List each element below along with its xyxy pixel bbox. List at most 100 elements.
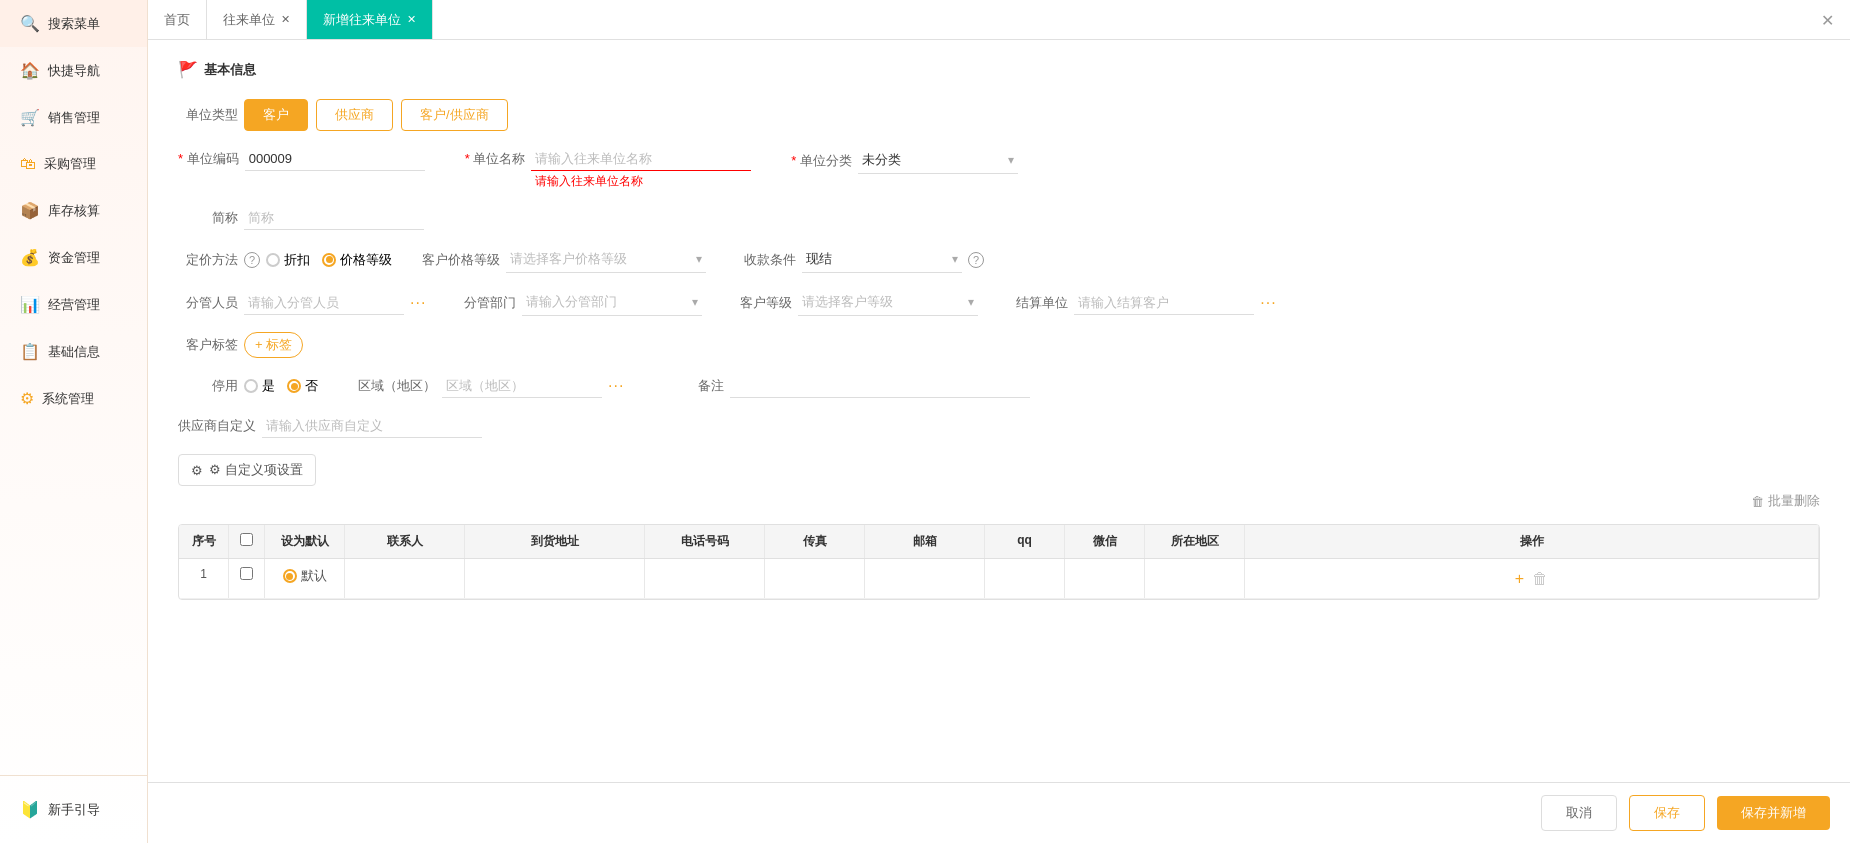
batch-delete-button[interactable]: 🗑 批量删除 [1751,492,1820,510]
sidebar-item-finance[interactable]: 💰 资金管理 [0,234,147,281]
add-tag-button[interactable]: + 标签 [244,332,303,358]
sidebar-item-quicknav[interactable]: 🏠 快捷导航 [0,47,147,94]
settlement-unit-input[interactable] [1074,291,1254,315]
radio-circle-price-level [322,253,336,267]
pricing-row: 定价方法 ? 折扣 价格等级 客户价格等级 请选择客户价格等级 [178,246,1820,273]
settlement-dots-btn[interactable]: ··· [1260,294,1276,312]
tab-partner-close[interactable]: ✕ [281,13,290,26]
td-qq[interactable] [985,559,1065,598]
radio-circle-yes [244,379,258,393]
sidebar-item-basic[interactable]: 📋 基础信息 [0,328,147,375]
manager-input[interactable] [244,291,404,315]
payment-help-icon[interactable]: ? [968,252,984,268]
type-btn-both[interactable]: 客户/供应商 [401,99,508,131]
td-fax[interactable] [765,559,865,598]
type-btn-supplier[interactable]: 供应商 [316,99,393,131]
type-btn-customer[interactable]: 客户 [244,99,308,131]
sidebar-item-label: 资金管理 [48,249,100,267]
del-row-icon[interactable]: 🗑 [1532,570,1548,588]
unit-type-row: 单位类型 客户 供应商 客户/供应商 [178,99,1820,131]
footer: 取消 保存 保存并新增 [148,782,1850,843]
section-basic-info: 🚩 基本信息 [178,60,1820,79]
pricing-help-icon[interactable]: ? [244,252,260,268]
pricing-method-label: 定价方法 [178,251,238,269]
payment-terms-select[interactable]: 现结 ▾ [802,246,962,273]
save-button[interactable]: 保存 [1629,795,1705,831]
customer-price-level-select[interactable]: 请选择客户价格等级 ▾ [506,246,706,273]
unit-code-input[interactable] [245,147,425,171]
address-input[interactable] [471,567,638,590]
qq-input[interactable] [991,567,1058,590]
customer-level-select[interactable]: 请选择客户等级 ▾ [798,289,978,316]
disabled-radio-no[interactable]: 否 [287,377,318,395]
sidebar-item-system[interactable]: ⚙ 系统管理 [0,375,147,422]
td-wechat[interactable] [1065,559,1145,598]
region-input[interactable] [442,374,602,398]
inventory-icon: 📦 [20,201,40,220]
sidebar-item-operations[interactable]: 📊 经营管理 [0,281,147,328]
radio-circle-no [287,379,301,393]
td-contact[interactable] [345,559,465,598]
region-label: 区域（地区） [358,377,436,395]
customer-tag-row: 客户标签 + 标签 [178,332,1820,358]
add-row-icon[interactable]: + [1515,570,1524,588]
tab-partner-label: 往来单位 [223,11,275,29]
phone-input[interactable] [651,567,758,590]
batch-delete-icon: 🗑 [1751,494,1764,509]
pricing-radio-price-level[interactable]: 价格等级 [322,251,392,269]
th-email: 邮箱 [865,525,985,558]
form-area: 🚩 基本信息 单位类型 客户 供应商 客户/供应商 单位编码 单位名 [148,40,1850,782]
cancel-button[interactable]: 取消 [1541,795,1617,831]
fax-input[interactable] [771,567,858,590]
td-phone[interactable] [645,559,765,598]
department-field: 分管部门 请输入分管部门 ▾ [456,289,702,316]
tab-new-partner-close[interactable]: ✕ [407,13,416,26]
disabled-radio-yes[interactable]: 是 [244,377,275,395]
email-input[interactable] [871,567,978,590]
chevron-down-icon: ▾ [1008,153,1014,167]
row-checkbox[interactable] [240,567,253,580]
short-name-input[interactable] [244,206,424,230]
default-radio[interactable]: 默认 [271,567,338,585]
supplier-custom-input[interactable] [262,414,482,438]
supplier-custom-field: 供应商自定义 [178,414,482,438]
unit-name-input[interactable] [531,147,751,171]
th-contact: 联系人 [345,525,465,558]
area-input[interactable] [1160,567,1230,590]
th-phone: 电话号码 [645,525,765,558]
td-area[interactable] [1145,559,1245,598]
sidebar-item-sales[interactable]: 🛒 销售管理 [0,94,147,141]
main-content: 首页 往来单位 ✕ 新增往来单位 ✕ ✕ 🚩 基本信息 单位类型 客户 供应商 … [148,0,1850,843]
save-and-new-button[interactable]: 保存并新增 [1717,796,1830,830]
sidebar: 🔍 搜索菜单 🏠 快捷导航 🛒 销售管理 🛍 采购管理 📦 库存核算 💰 资金管… [0,0,148,843]
th-area: 所在地区 [1145,525,1245,558]
sidebar-item-search[interactable]: 🔍 搜索菜单 [0,0,147,47]
tab-new-partner[interactable]: 新增往来单位 ✕ [307,0,433,39]
wechat-input[interactable] [1071,567,1138,590]
manager-dots-btn[interactable]: ··· [410,294,426,312]
unit-category-value: 未分类 [862,151,901,169]
select-all-checkbox[interactable] [240,533,253,546]
td-address[interactable] [465,559,645,598]
tab-home[interactable]: 首页 [148,0,207,39]
pricing-radio-discount[interactable]: 折扣 [266,251,310,269]
table-toolbar: 🗑 批量删除 [178,486,1820,516]
pricing-method-field: 定价方法 ? 折扣 价格等级 [178,251,392,269]
custom-settings-button[interactable]: ⚙ ⚙ 自定义项设置 [178,454,316,486]
default-label: 默认 [301,567,327,585]
sidebar-item-purchase[interactable]: 🛍 采购管理 [0,141,147,187]
window-close-button[interactable]: ✕ [1821,10,1834,29]
sidebar-item-inventory[interactable]: 📦 库存核算 [0,187,147,234]
radio-circle-default [283,569,297,583]
contact-input[interactable] [351,567,458,590]
chevron-down-icon2: ▾ [696,252,702,266]
td-email[interactable] [865,559,985,598]
tab-partner[interactable]: 往来单位 ✕ [207,0,307,39]
home-icon: 🏠 [20,61,40,80]
region-dots-btn[interactable]: ··· [608,377,624,395]
department-select[interactable]: 请输入分管部门 ▾ [522,289,702,316]
unit-category-select[interactable]: 未分类 ▾ [858,147,1018,174]
remark-input[interactable] [730,374,1030,398]
radio-circle-discount [266,253,280,267]
sidebar-item-guide[interactable]: 🔰 新手引导 [0,786,147,833]
